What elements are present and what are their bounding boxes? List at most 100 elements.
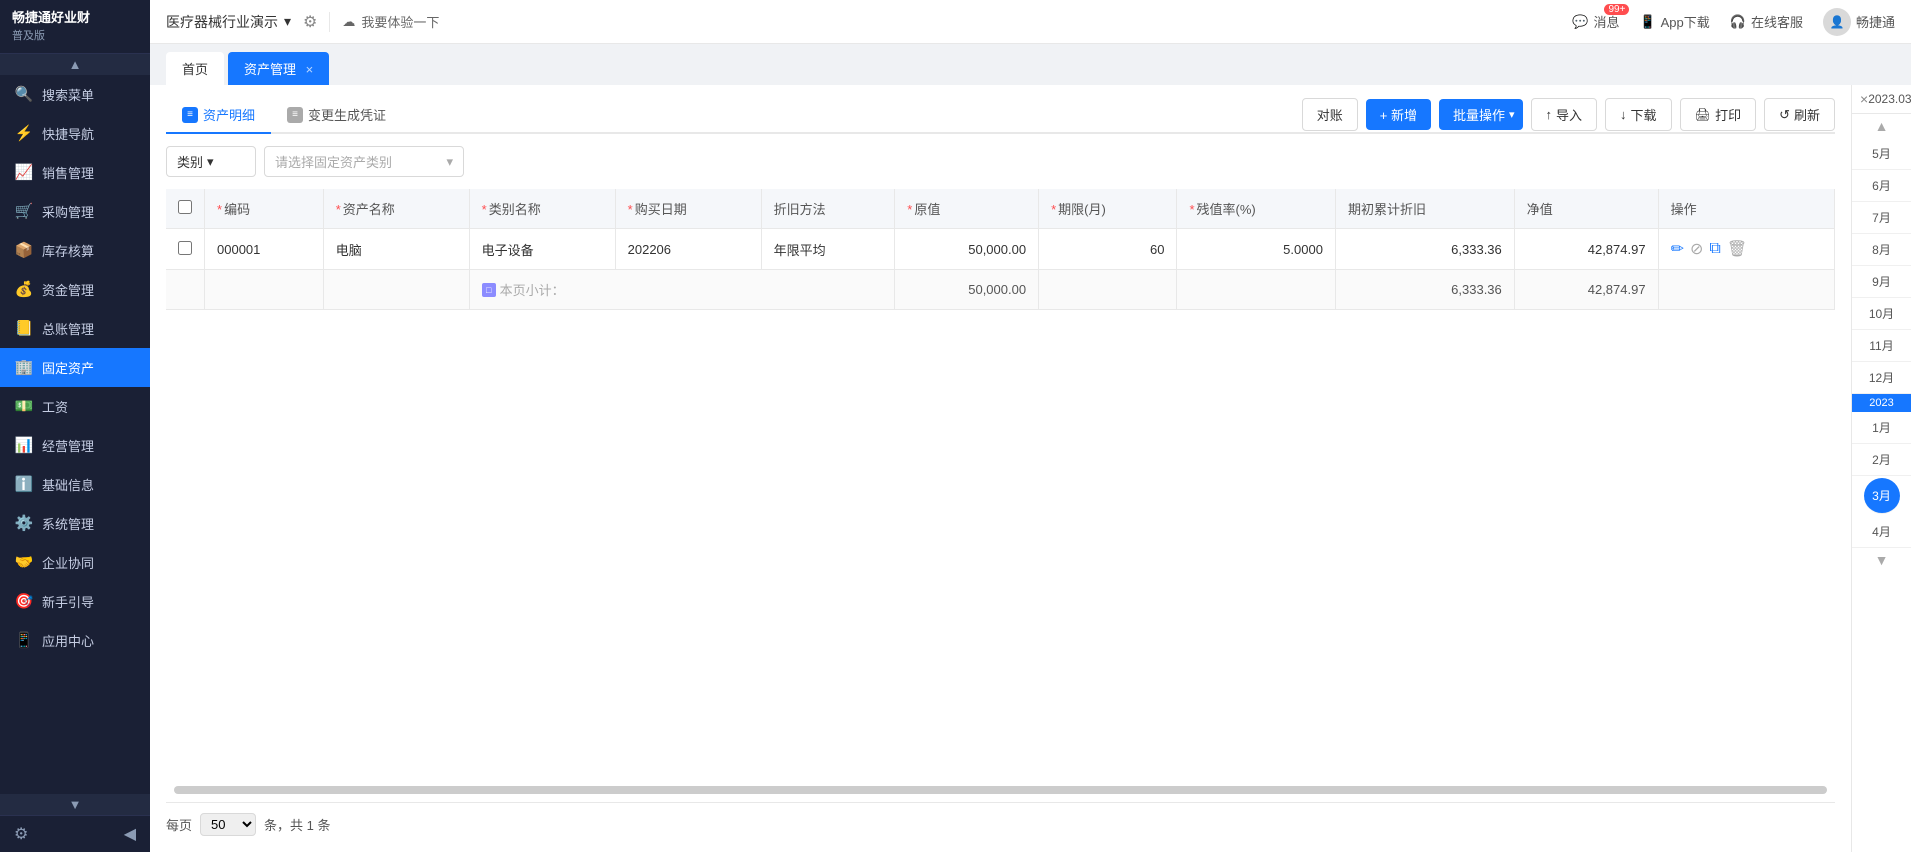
sidebar-scroll-up[interactable]: ▲	[0, 54, 150, 75]
app-download-btn[interactable]: 📱 App下载	[1639, 12, 1709, 31]
sidebar-item-search[interactable]: 🔍 搜索菜单	[0, 75, 150, 114]
batch-btn[interactable]: 批量操作 ▾	[1439, 99, 1523, 130]
calendar-close-btn[interactable]: ×	[1860, 91, 1868, 107]
import-label: 导入	[1556, 105, 1582, 124]
calendar-month-1[interactable]: 1月	[1852, 412, 1911, 444]
message-btn[interactable]: 💬 消息 99+	[1572, 12, 1619, 31]
sidebar-scroll-down[interactable]: ▼	[0, 794, 150, 815]
calendar-month-10[interactable]: 10月	[1852, 298, 1911, 330]
edit-btn[interactable]: ✏	[1671, 239, 1684, 259]
calendar-month-12[interactable]: 12月	[1852, 362, 1911, 394]
row-operations: ✏ ⊘ ⧉ 🗑	[1671, 239, 1822, 259]
refresh-btn[interactable]: ↺ 刷新	[1764, 98, 1835, 131]
sidebar-item-purchase[interactable]: 🛒 采购管理	[0, 192, 150, 231]
username: 畅捷通	[1856, 12, 1895, 31]
online-service-btn[interactable]: 🎧 在线客服	[1730, 12, 1803, 31]
calendar-month-9[interactable]: 9月	[1852, 266, 1911, 298]
category-filter-input[interactable]: 请选择固定资产类别 ▾	[264, 146, 464, 177]
category-filter-select[interactable]: 类别 ▾	[166, 146, 256, 177]
calendar-up-btn[interactable]: ▲	[1852, 114, 1911, 138]
calendar-month-7[interactable]: 7月	[1852, 202, 1911, 234]
sidebar-item-assets[interactable]: 🏢 固定资产	[0, 348, 150, 387]
calendar-down-btn[interactable]: ▼	[1852, 548, 1911, 572]
calendar-month-4[interactable]: 4月	[1852, 516, 1911, 548]
management-icon: 📊	[14, 436, 34, 454]
th-depreciation-method: 折旧方法	[761, 189, 895, 229]
company-selector[interactable]: 医疗器械行业演示 ▾	[166, 12, 291, 32]
pagination: 每页 50 10 20 100 条，共 1 条	[166, 802, 1835, 840]
page-content: ≡ 资产明细 ≡ 变更生成凭证 对账 + 新增 批量操作 ▾	[150, 85, 1911, 852]
th-checkbox	[166, 189, 205, 229]
sidebar-item-ledger[interactable]: 📒 总账管理	[0, 309, 150, 348]
tab-home[interactable]: 首页	[166, 52, 224, 85]
sidebar-item-management[interactable]: 📊 经营管理	[0, 426, 150, 465]
sidebar-item-salary[interactable]: 💵 工资	[0, 387, 150, 426]
select-all-checkbox[interactable]	[178, 200, 192, 214]
sidebar-item-basic[interactable]: ℹ️ 基础信息	[0, 465, 150, 504]
per-page-select[interactable]: 50 10 20 100	[200, 813, 256, 836]
import-icon: ↑	[1546, 107, 1553, 122]
subtotal-icon: □	[482, 283, 496, 297]
calendar-month-8[interactable]: 8月	[1852, 234, 1911, 266]
account-btn[interactable]: 对账	[1302, 98, 1358, 131]
subtotal-label: 本页小计：	[500, 280, 565, 299]
user-menu[interactable]: 👤 畅捷通	[1823, 8, 1895, 36]
td-purchase-date: 202206	[615, 229, 761, 270]
gear-btn[interactable]: ⚙	[303, 12, 317, 32]
copy-btn[interactable]: ⧉	[1709, 240, 1720, 258]
sidebar-item-funds[interactable]: 💰 资金管理	[0, 270, 150, 309]
th-residual-rate: *残值率(%)	[1177, 189, 1335, 229]
horizontal-scrollbar[interactable]	[166, 778, 1835, 802]
tab-asset[interactable]: 资产管理 ×	[228, 52, 329, 85]
basic-icon: ℹ️	[14, 475, 34, 493]
sidebar-item-inventory[interactable]: 📦 库存核算	[0, 231, 150, 270]
print-icon: 🖨	[1695, 107, 1712, 123]
sidebar-item-guide[interactable]: 🎯 新手引导	[0, 582, 150, 621]
calendar-month-11[interactable]: 11月	[1852, 330, 1911, 362]
disable-btn[interactable]: ⊘	[1690, 239, 1703, 259]
table-row: 000001 电脑 电子设备 202206 年限平均 50,000.00 60 …	[166, 229, 1835, 270]
sidebar-label-basic: 基础信息	[42, 475, 94, 494]
experience-btn[interactable]: ☁ 我要体验一下	[342, 12, 439, 31]
sidebar-label-cooperation: 企业协同	[42, 553, 94, 572]
td-residual-rate: 5.0000	[1177, 229, 1335, 270]
sidebar-item-cooperation[interactable]: 🤝 企业协同	[0, 543, 150, 582]
td-checkbox	[166, 229, 205, 270]
sidebar-item-system[interactable]: ⚙️ 系统管理	[0, 504, 150, 543]
sidebar-footer: ⚙ ◀	[0, 815, 150, 852]
content-area: 首页 资产管理 × ≡ 资产明细 ≡ 变更生成凭证	[150, 44, 1911, 852]
calendar-month-6[interactable]: 6月	[1852, 170, 1911, 202]
sidebar-item-quicknav[interactable]: ⚡ 快捷导航	[0, 114, 150, 153]
sub-tab-detail[interactable]: ≡ 资产明细	[166, 97, 271, 134]
print-label: 打印	[1715, 105, 1741, 124]
page-main: ≡ 资产明细 ≡ 变更生成凭证 对账 + 新增 批量操作 ▾	[150, 85, 1851, 852]
th-accumulated-depreciation: 期初累计折旧	[1335, 189, 1514, 229]
sidebar-label-search: 搜索菜单	[42, 85, 94, 104]
sidebar-label-sales: 销售管理	[42, 163, 94, 182]
delete-btn[interactable]: 🗑	[1727, 239, 1747, 259]
apps-icon: 📱	[14, 631, 34, 649]
collapse-icon[interactable]: ◀	[124, 824, 136, 844]
calendar-month-2[interactable]: 2月	[1852, 444, 1911, 476]
row-checkbox[interactable]	[178, 241, 192, 255]
new-btn[interactable]: + 新增	[1366, 99, 1431, 130]
import-btn[interactable]: ↑ 导入	[1531, 98, 1598, 131]
topbar: 医疗器械行业演示 ▾ ⚙ ☁ 我要体验一下 💬 消息 99+ 📱 App下载 🎧…	[150, 0, 1911, 44]
scrollbar-thumb[interactable]	[174, 786, 1827, 794]
settings-icon[interactable]: ⚙	[14, 824, 28, 844]
refresh-label: 刷新	[1794, 105, 1820, 124]
calendar-year: 2023.03	[1868, 92, 1911, 106]
print-btn[interactable]: 🖨 打印	[1680, 98, 1757, 131]
toolbar-right: 对账 + 新增 批量操作 ▾ ↑ 导入 ↓ 下载	[1302, 98, 1835, 131]
sidebar-item-sales[interactable]: 📈 销售管理	[0, 153, 150, 192]
download-btn[interactable]: ↓ 下载	[1605, 98, 1672, 131]
quicknav-icon: ⚡	[14, 124, 34, 142]
sub-tabs: ≡ 资产明细 ≡ 变更生成凭证 对账 + 新增 批量操作 ▾	[166, 97, 1835, 134]
download-icon2: ↓	[1620, 107, 1627, 122]
tab-close-icon[interactable]: ×	[306, 62, 314, 77]
calendar-month-5[interactable]: 5月	[1852, 138, 1911, 170]
calendar-month-3[interactable]: 3月	[1864, 478, 1900, 514]
sub-tab-voucher[interactable]: ≡ 变更生成凭证	[271, 97, 402, 134]
sub-tab-detail-label: 资产明细	[203, 105, 255, 124]
sidebar-item-apps[interactable]: 📱 应用中心	[0, 621, 150, 660]
